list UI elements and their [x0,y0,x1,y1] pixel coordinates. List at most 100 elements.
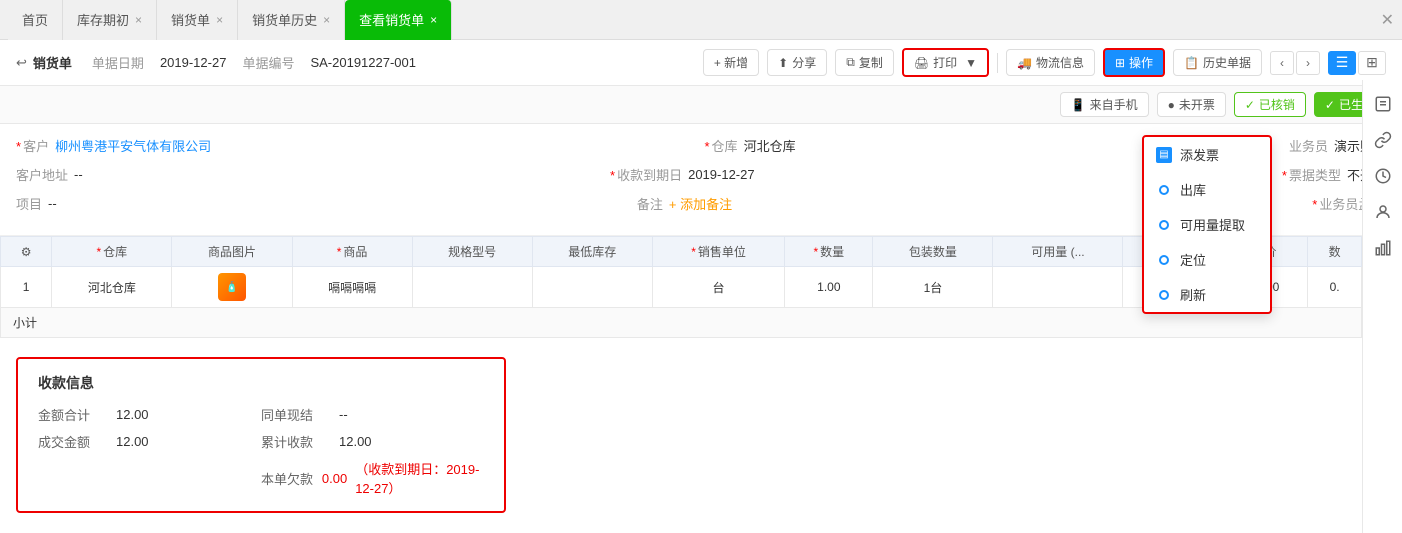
row-available [993,267,1123,308]
history-button[interactable]: 📋 历史单据 [1173,49,1262,76]
row-product: 嗝嗝嗝嗝 [292,267,412,308]
tab-sales-close[interactable]: × [216,13,223,27]
grid-view-button[interactable]: ⊞ [1358,51,1386,75]
print-button[interactable]: 🖨 打印 ▼ [902,48,989,77]
tab-inventory[interactable]: 库存期初 × [63,0,157,40]
sidebar-icon-link[interactable] [1367,124,1399,156]
print-dropdown-arrow: ▼ [965,56,977,70]
tab-view-sales-close[interactable]: × [430,13,437,27]
col-product-img: 商品图片 [172,237,292,267]
date-label: 单据日期 [92,53,144,72]
sidebar-icon-chart[interactable] [1367,232,1399,264]
transaction-label: 成交金额 [38,432,108,451]
not-open-label: 未开票 [1179,96,1215,113]
col-unit: 销售单位 [652,237,784,267]
outbound-icon [1156,182,1172,198]
tab-home[interactable]: 首页 [8,0,63,40]
refresh-icon [1156,287,1172,303]
customer-value[interactable]: 柳州粤港平安气体有限公司 [55,136,211,155]
same-bill-value: -- [339,407,348,422]
history-icon: 📋 [1184,56,1199,70]
date-value: 2019-12-27 [160,55,227,70]
customer-label: 客户 [16,136,49,155]
settings-icon: ⚙ [21,245,32,259]
add-invoice-icon: ▤ [1156,147,1172,163]
share-label: 分享 [792,54,816,71]
number-label: 单据编号 [242,53,294,72]
address-label: 客户地址 [16,165,68,184]
list-view-button[interactable]: ☰ [1328,51,1356,75]
row-unit: 台 [652,267,784,308]
tab-bar-close-button[interactable]: ✕ [1381,10,1394,30]
prev-button[interactable]: ‹ [1270,51,1294,75]
from-phone-button[interactable]: 📱 来自手机 [1060,92,1149,117]
sidebar-icon-history[interactable] [1367,160,1399,192]
dropdown-locate[interactable]: 定位 [1144,242,1270,277]
row-index: 1 [1,267,52,308]
from-phone-label: 来自手机 [1090,96,1138,113]
dropdown-add-invoice[interactable]: ▤ 添发票 [1144,137,1270,172]
add-invoice-label: 添发票 [1180,145,1219,164]
doc-meta: 单据日期 2019-12-27 单据编号 SA-20191227-001 [92,53,416,72]
address-value: -- [74,167,83,182]
tab-sales-label: 销货单 [171,10,210,29]
copy-label: 复制 [859,54,883,71]
warehouse-value: 河北仓库 [744,136,796,155]
share-button[interactable]: ⬆ 分享 [767,49,827,76]
due-date-note: （收款到期日：2019-12-27） [355,459,484,497]
row-warehouse: 河北仓库 [52,267,172,308]
row-qty: 1.00 [785,267,873,308]
dropdown-refresh[interactable]: 刷新 [1144,277,1270,312]
refresh-label: 刷新 [1180,285,1206,304]
tab-inventory-close[interactable]: × [135,13,142,27]
confirm-icon: ✓ [1245,98,1255,112]
row-package-qty: 1台 [873,267,993,308]
row-amount: 0. [1308,267,1362,308]
collection-box: 收款信息 金额合计 12.00 同单现结 -- 成交金额 12.00 累计收款 … [16,357,506,513]
logistics-button[interactable]: 🚚 物流信息 [1006,49,1095,76]
dropdown-outbound[interactable]: 出库 [1144,172,1270,207]
col-warehouse: 仓库 [52,237,172,267]
available-qty-icon [1156,217,1172,233]
copy-icon: ⧉ [846,55,855,70]
tab-sales[interactable]: 销货单 × [157,0,238,40]
col-available: 可用量 (... [993,237,1123,267]
tab-sales-history[interactable]: 销货单历史 × [238,0,345,40]
transaction-row: 成交金额 12.00 [38,432,261,451]
same-bill-label: 同单现结 [261,405,331,424]
doc-title: 销货单 [33,53,72,72]
col-package-qty: 包装数量 [873,237,993,267]
sidebar-icon-doc[interactable] [1367,88,1399,120]
dropdown-available-qty[interactable]: 可用量提取 [1144,207,1270,242]
col-settings[interactable]: ⚙ [1,237,52,267]
history-label: 历史单据 [1203,54,1251,71]
due-date-value: 2019-12-27 [688,167,755,182]
project-label: 项目 [16,194,42,213]
confirm-button[interactable]: ✓ 已核销 [1234,92,1306,117]
phone-icon: 📱 [1071,98,1086,112]
customer-field: 客户 柳州粤港平安气体有限公司 [16,136,211,155]
confirm-label: 已核销 [1259,96,1295,113]
cumulative-row: 累计收款 12.00 [261,432,484,451]
new-button[interactable]: + 新增 [703,49,759,76]
col-qty: 数量 [785,237,873,267]
tab-view-sales[interactable]: 查看销货单 × [345,0,452,40]
copy-button[interactable]: ⧉ 复制 [835,49,894,76]
available-qty-label: 可用量提取 [1180,215,1245,234]
col-spec: 规格型号 [412,237,532,267]
tab-sales-history-close[interactable]: × [323,13,330,27]
due-label: 本单欠款 [261,469,314,488]
note-field: 备注 + 添加备注 [637,194,732,213]
operation-button[interactable]: ⊞ 操作 [1103,48,1165,77]
not-open-button[interactable]: ● 未开票 [1157,92,1226,117]
nav-arrows: ‹ › [1270,51,1320,75]
collection-title: 收款信息 [38,373,484,393]
due-row: 本单欠款 0.00 （收款到期日：2019-12-27） [261,459,484,497]
outbound-label: 出库 [1180,180,1206,199]
sidebar-icon-user[interactable] [1367,196,1399,228]
note-add-button[interactable]: + 添加备注 [669,194,732,213]
warehouse-label: 仓库 [704,136,737,155]
dropdown-menu: ▤ 添发票 出库 可用量提取 定位 [1142,135,1272,314]
col-product: 商品 [292,237,412,267]
next-button[interactable]: › [1296,51,1320,75]
